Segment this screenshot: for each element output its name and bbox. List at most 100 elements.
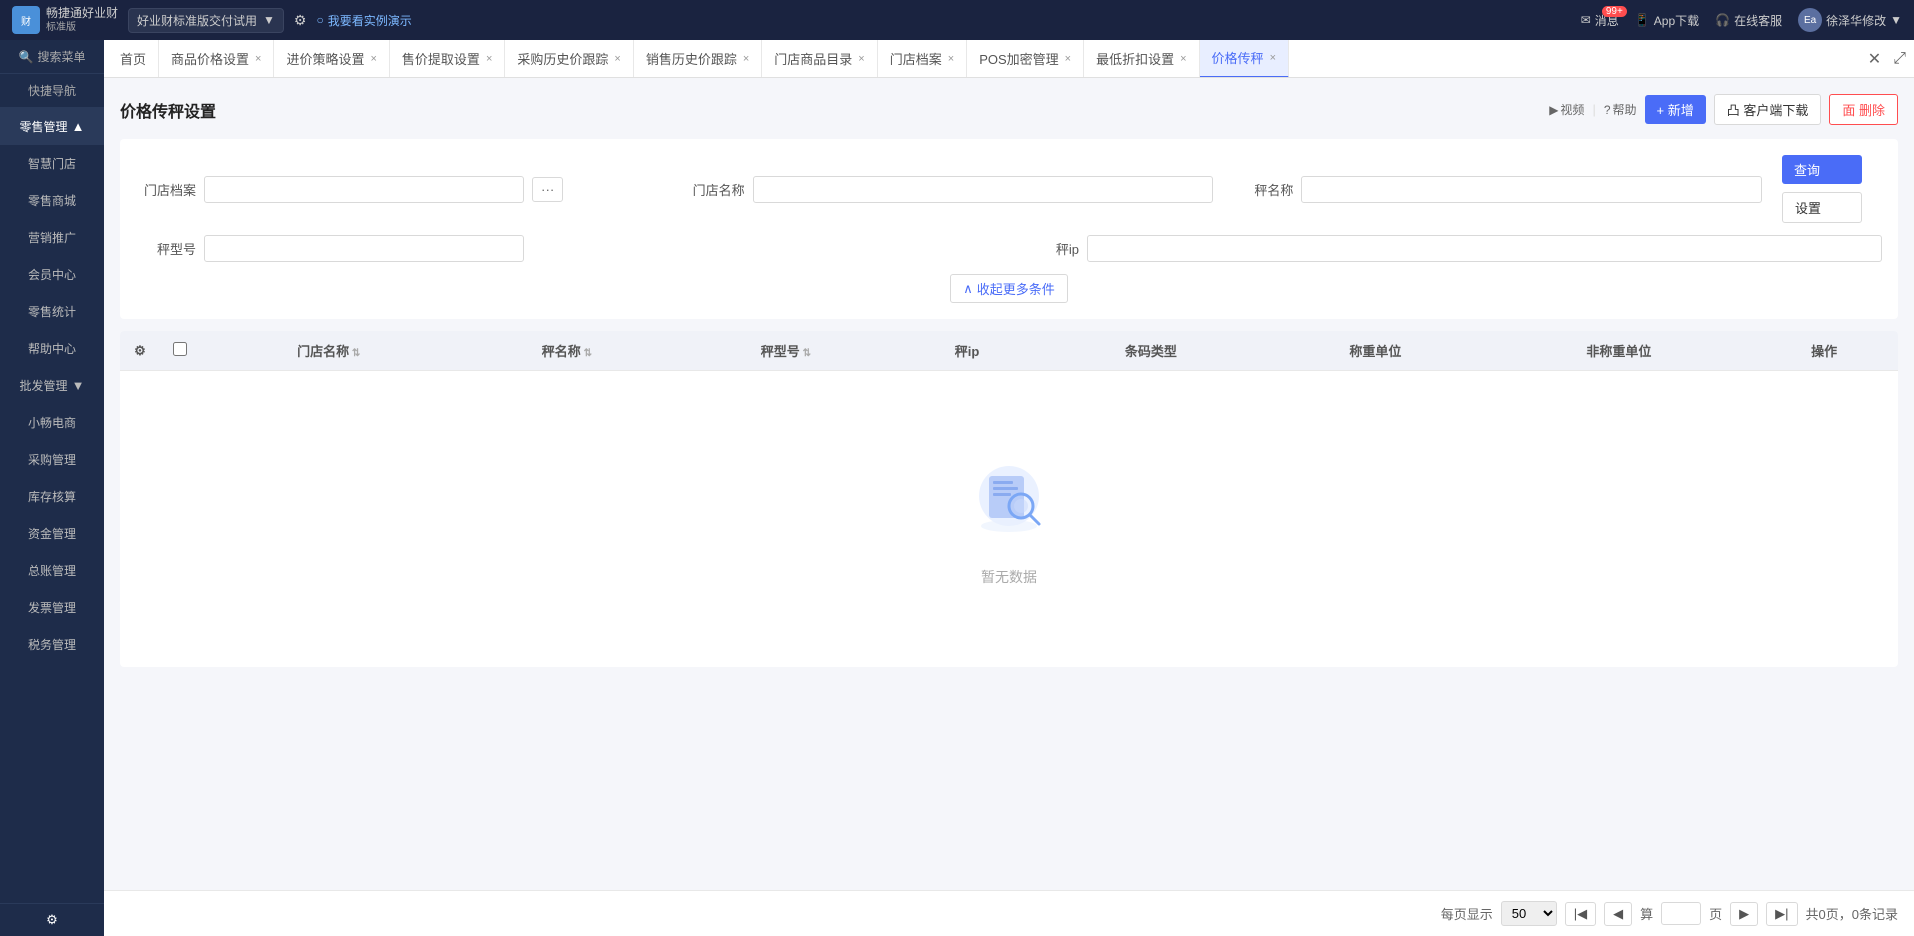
sidebar-item-tax-mgmt[interactable]: 税务管理 [0, 626, 104, 663]
sidebar-item-label: 发票管理 [28, 599, 76, 616]
sidebar-item-purchase-mgmt[interactable]: 采购管理 [0, 441, 104, 478]
tab-close-icon[interactable]: × [1270, 52, 1276, 64]
play-icon: ▶ [1549, 103, 1558, 117]
video-link[interactable]: ▶ 视频 [1549, 101, 1584, 118]
sidebar-item-label: 零售管理 [20, 118, 68, 135]
store-name-input[interactable] [753, 176, 1214, 203]
col-non-weight-unit: 非称重单位 [1488, 331, 1751, 371]
top-bar: 财 畅捷通好业财 标准版 好业财标准版交付试用 ▼ ⚙ ○ 我要看实例演示 ✉ … [0, 0, 1914, 40]
sidebar-search[interactable]: 🔍 搜索菜单 [0, 40, 104, 74]
tab-close-icon[interactable]: × [486, 53, 492, 65]
sidebar-item-smart-store[interactable]: 智慧门店 [0, 145, 104, 182]
messages-button[interactable]: ✉ 消息 99+ [1581, 12, 1619, 29]
settings-button[interactable]: 设置 [1782, 192, 1862, 223]
scale-name-input[interactable] [1301, 176, 1762, 203]
tab-close-icon[interactable]: × [1180, 53, 1186, 65]
sidebar-settings[interactable]: ⚙ [0, 903, 104, 936]
top-bar-right: ✉ 消息 99+ 📱 App下载 🎧 在线客服 Ea 徐泽华修改 ▼ [1581, 8, 1902, 32]
first-page-button[interactable]: |◀ [1565, 902, 1596, 926]
next-page-button[interactable]: ▶ [1730, 902, 1758, 926]
help-link[interactable]: ? 帮助 [1604, 101, 1637, 118]
app-logo: 财 畅捷通好业财 标准版 [12, 6, 118, 35]
sidebar-quick-nav[interactable]: 快捷导航 [0, 74, 104, 108]
form-row-1: 门店档案 ··· 门店名称 秤名称 [136, 155, 1882, 223]
tab-close-icon[interactable]: × [858, 53, 864, 65]
main-layout: 🔍 搜索菜单 快捷导航 零售管理 ▲ 智慧门店 零售商城 营销推广 会员中心 [0, 40, 1914, 936]
query-button[interactable]: 查询 [1782, 155, 1862, 184]
tab-purchase-history[interactable]: 采购历史价跟踪 × [505, 40, 633, 78]
tab-pos-mgmt[interactable]: POS加密管理 × [967, 40, 1084, 78]
store-archive-input[interactable] [204, 176, 524, 203]
user-info[interactable]: Ea 徐泽华修改 ▼ [1798, 8, 1902, 32]
tab-close-icon[interactable]: × [255, 53, 261, 65]
sidebar-item-retail-mgmt[interactable]: 零售管理 ▲ [0, 108, 104, 145]
sidebar-item-retail-stats[interactable]: 零售统计 [0, 293, 104, 330]
tab-sale-price[interactable]: 售价提取设置 × [390, 40, 505, 78]
sidebar-item-retail-mall[interactable]: 零售商城 [0, 182, 104, 219]
col-store-name[interactable]: 门店名称 [200, 331, 457, 371]
search-icon: 🔍 [19, 50, 34, 64]
page-actions: ▶ 视频 | ? 帮助 + 新增 凸 客户端下载 [1549, 94, 1898, 125]
sidebar-item-invoice-mgmt[interactable]: 发票管理 [0, 589, 104, 626]
tab-close-icon[interactable]: × [948, 53, 954, 65]
tab-sales-history[interactable]: 销售历史价跟踪 × [634, 40, 762, 78]
tab-expand-button[interactable]: ⤢ [1889, 46, 1910, 72]
download-icon: 📱 [1635, 13, 1650, 27]
form-group-store-name: 门店名称 [685, 176, 1214, 203]
sidebar-item-inventory[interactable]: 库存核算 [0, 478, 104, 515]
collapse-button[interactable]: ∧ 收起更多条件 [950, 274, 1068, 303]
col-scale-model[interactable]: 秤型号 [676, 331, 895, 371]
store-archive-ellipsis-button[interactable]: ··· [532, 177, 563, 202]
tab-home[interactable]: 首页 [108, 40, 159, 78]
tab-store-archive[interactable]: 门店档案 × [878, 40, 967, 78]
sidebar-item-label: 批发管理 [20, 377, 68, 394]
empty-icon [959, 451, 1059, 551]
sidebar-item-xiaochange-ecom[interactable]: 小畅电商 [0, 404, 104, 441]
tab-price-settings[interactable]: 商品价格设置 × [159, 40, 274, 78]
form-group-scale-model: 秤型号 [136, 235, 999, 262]
scale-ip-label: 秤ip [1019, 239, 1079, 258]
app-logo-text: 畅捷通好业财 标准版 [46, 6, 118, 35]
sidebar-item-help-center[interactable]: 帮助中心 [0, 330, 104, 367]
empty-state: 暂无数据 [120, 371, 1898, 667]
tab-store-catalog[interactable]: 门店商品目录 × [762, 40, 877, 78]
scale-ip-input[interactable] [1087, 235, 1882, 262]
tab-close-icon[interactable]: × [614, 53, 620, 65]
tab-purchase-strategy[interactable]: 进价策略设置 × [274, 40, 389, 78]
sidebar-item-finance-mgmt[interactable]: 资金管理 [0, 515, 104, 552]
sidebar-item-general-ledger[interactable]: 总账管理 [0, 552, 104, 589]
col-settings[interactable]: ⚙ [120, 331, 160, 371]
delete-button[interactable]: 面 删除 [1829, 94, 1898, 125]
tab-min-discount[interactable]: 最低折扣设置 × [1084, 40, 1199, 78]
app-logo-icon: 财 [12, 6, 40, 34]
scale-model-input[interactable] [204, 235, 524, 262]
tab-close-icon[interactable]: × [743, 53, 749, 65]
content-area: 首页 商品价格设置 × 进价策略设置 × 售价提取设置 × 采购历史价跟踪 × [104, 40, 1914, 936]
page-number-input[interactable]: 1 [1661, 902, 1701, 925]
page-content: 价格传秤设置 ▶ 视频 | ? 帮助 + 新增 [104, 78, 1914, 890]
sidebar-item-label: 资金管理 [28, 525, 76, 542]
col-scale-name[interactable]: 秤名称 [457, 331, 676, 371]
tab-close-icon[interactable]: × [370, 53, 376, 65]
select-all-checkbox[interactable] [173, 342, 187, 356]
online-service-button[interactable]: 🎧 在线客服 [1715, 12, 1782, 29]
download-button[interactable]: 凸 客户端下载 [1714, 94, 1822, 125]
version-selector[interactable]: 好业财标准版交付试用 ▼ [128, 8, 284, 33]
sidebar-item-wholesale-mgmt[interactable]: 批发管理 ▼ [0, 367, 104, 404]
tab-price-scale[interactable]: 价格传秤 × [1200, 40, 1289, 78]
demo-link[interactable]: ○ 我要看实例演示 [316, 12, 411, 29]
page-total: 共0页，0条记录 [1806, 904, 1898, 923]
page-size-select[interactable]: 50 20 100 [1501, 901, 1557, 926]
add-button[interactable]: + 新增 [1645, 95, 1706, 124]
tab-close-button[interactable]: ✕ [1864, 45, 1885, 73]
app-download-button[interactable]: 📱 App下载 [1635, 12, 1699, 29]
col-weight-unit: 称重单位 [1263, 331, 1487, 371]
prev-page-button[interactable]: ◀ [1604, 902, 1632, 926]
last-page-button[interactable]: ▶| [1766, 902, 1797, 926]
sidebar-item-marketing[interactable]: 营销推广 [0, 219, 104, 256]
tab-bar: 首页 商品价格设置 × 进价策略设置 × 售价提取设置 × 采购历史价跟踪 × [104, 40, 1914, 78]
sidebar-item-member-center[interactable]: 会员中心 [0, 256, 104, 293]
sidebar-item-label: 税务管理 [28, 636, 76, 653]
tab-close-icon[interactable]: × [1065, 53, 1071, 65]
settings-gear-button[interactable]: ⚙ [294, 12, 307, 29]
